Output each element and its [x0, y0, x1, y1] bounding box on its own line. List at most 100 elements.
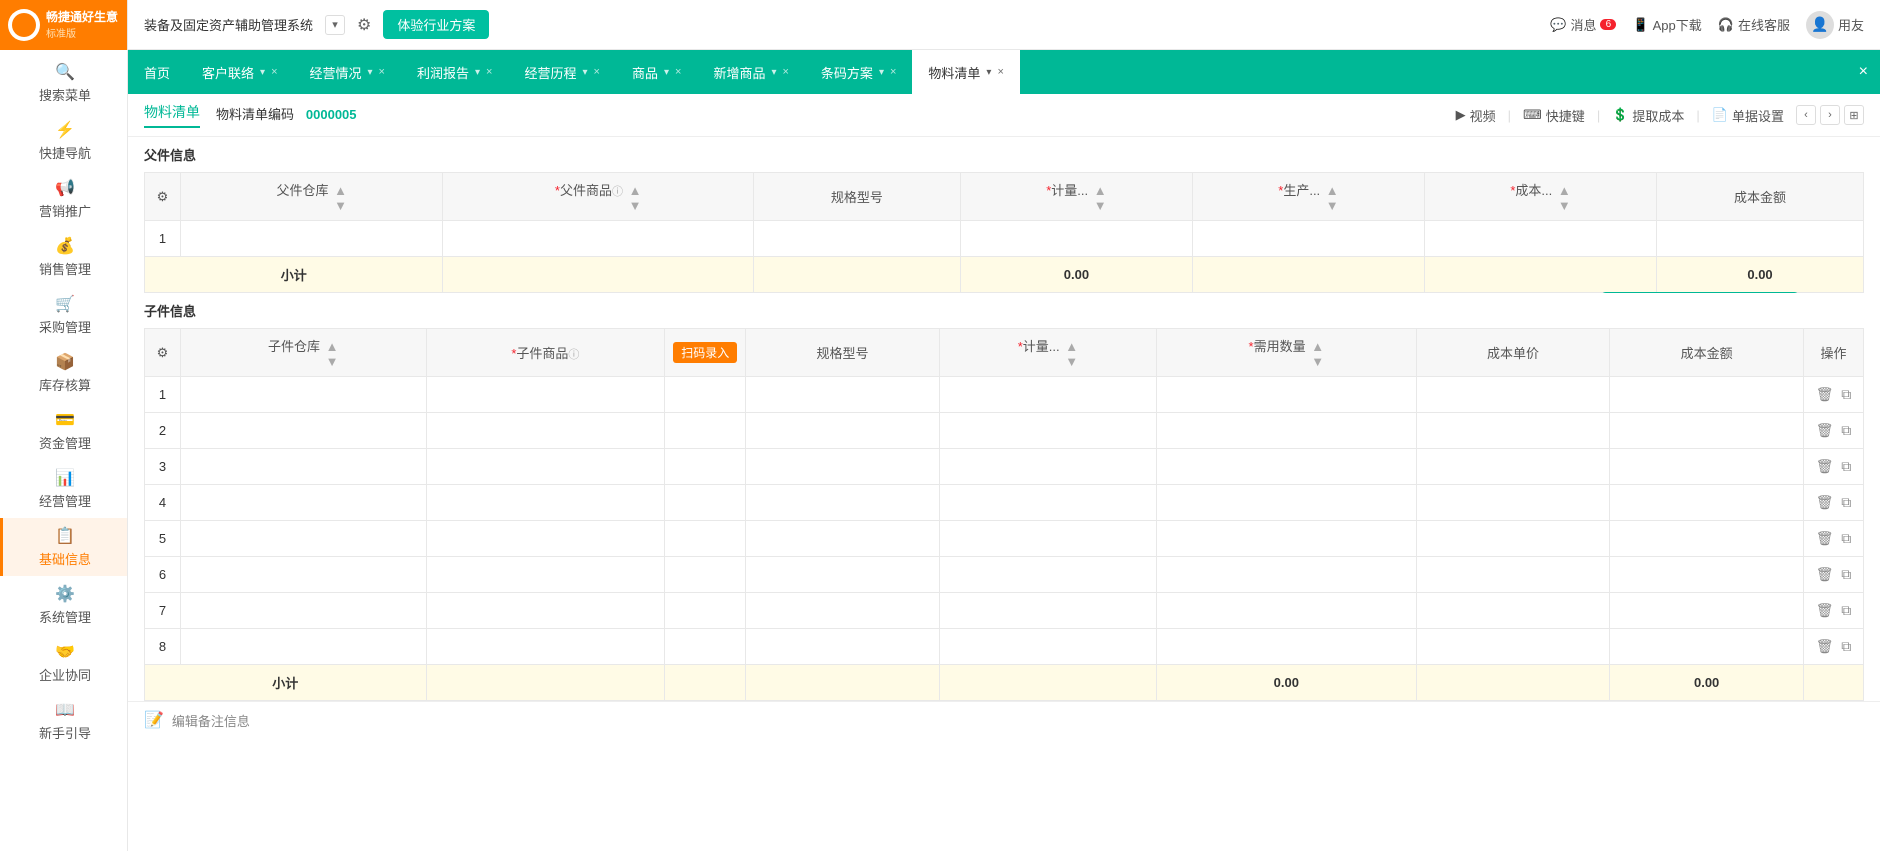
nav-tab-close-new-goods[interactable]: × [782, 66, 788, 78]
sidebar-item-enterprise[interactable]: 🤝企业协同 [0, 634, 127, 692]
child-row-2-unit-price[interactable] [1416, 413, 1610, 449]
next-page-btn[interactable]: › [1820, 105, 1840, 125]
child-row-6-unit-price[interactable] [1416, 557, 1610, 593]
child-row-4-copy-btn[interactable]: ⧉ [1841, 494, 1851, 511]
sidebar-item-search[interactable]: 🔍搜索菜单 [0, 54, 127, 112]
nav-tab-goods[interactable]: 商品 ▾ × [616, 50, 697, 94]
child-row-2-unit[interactable] [939, 413, 1156, 449]
child-row-5-spec[interactable] [746, 521, 940, 557]
sidebar-item-marketing[interactable]: 📢营销推广 [0, 170, 127, 228]
child-row-5-goods[interactable] [426, 521, 665, 557]
child-row-4-unit-price[interactable] [1416, 485, 1610, 521]
child-row-3-goods[interactable] [426, 449, 665, 485]
parent-row-1-produce[interactable] [1192, 221, 1424, 257]
child-row-1-goods[interactable] [426, 377, 665, 413]
child-row-3-spec[interactable] [746, 449, 940, 485]
message-btn[interactable]: 💬 消息 6 [1550, 15, 1616, 34]
child-row-8-qty[interactable] [1156, 629, 1416, 665]
sidebar-item-basic[interactable]: 📋基础信息 [0, 518, 127, 576]
sub-tab-bom-list[interactable]: 物料清单 [144, 102, 200, 128]
child-row-2-warehouse[interactable] [181, 413, 427, 449]
child-row-4-delete-btn[interactable]: 🗑 [1816, 494, 1834, 511]
child-row-5-copy-btn[interactable]: ⧉ [1841, 530, 1851, 547]
parent-col-gear[interactable]: ⚙ [145, 173, 181, 221]
child-row-5-unit[interactable] [939, 521, 1156, 557]
prev-page-btn[interactable]: ‹ [1796, 105, 1816, 125]
child-row-7-qty[interactable] [1156, 593, 1416, 629]
user-area[interactable]: 👤 用友 [1806, 11, 1864, 39]
child-row-1-qty[interactable] [1156, 377, 1416, 413]
child-row-8-warehouse[interactable] [181, 629, 427, 665]
child-row-2-copy-btn[interactable]: ⧉ [1841, 422, 1851, 439]
bottom-bar-hint[interactable]: 编辑备注信息 [172, 711, 250, 730]
child-row-1-unit-price[interactable] [1416, 377, 1610, 413]
nav-tab-barcode[interactable]: 条码方案 ▾ × [805, 50, 912, 94]
child-row-7-goods[interactable] [426, 593, 665, 629]
child-row-2-delete-btn[interactable]: 🗑 [1816, 422, 1834, 439]
experience-btn[interactable]: 体验行业方案 [383, 10, 489, 39]
child-row-8-copy-btn[interactable]: ⧉ [1841, 638, 1851, 655]
child-row-6-warehouse[interactable] [181, 557, 427, 593]
sidebar-item-purchase[interactable]: 🛒采购管理 [0, 286, 127, 344]
nav-tab-profit[interactable]: 利润报告 ▾ × [401, 50, 508, 94]
child-row-8-goods[interactable] [426, 629, 665, 665]
sidebar-item-sales[interactable]: 💰销售管理 [0, 228, 127, 286]
sidebar-item-finance[interactable]: 💳资金管理 [0, 402, 127, 460]
nav-tab-customer[interactable]: 客户联络 ▾ × [186, 50, 293, 94]
child-row-3-delete-btn[interactable]: 🗑 [1816, 458, 1834, 475]
parent-row-1-goods[interactable] [443, 221, 754, 257]
nav-tab-home[interactable]: 首页 [128, 50, 186, 94]
sidebar-item-guide[interactable]: 📖新手引导 [0, 692, 127, 750]
child-row-4-goods[interactable] [426, 485, 665, 521]
child-row-2-goods[interactable] [426, 413, 665, 449]
child-row-8-unit[interactable] [939, 629, 1156, 665]
topbar-gear-icon[interactable]: ⚙ [357, 15, 371, 35]
doc-settings-btn[interactable]: 📄 单据设置 [1712, 106, 1784, 125]
child-row-5-delete-btn[interactable]: 🗑 [1816, 530, 1834, 547]
child-row-6-unit[interactable] [939, 557, 1156, 593]
child-row-6-goods[interactable] [426, 557, 665, 593]
child-row-6-copy-btn[interactable]: ⧉ [1841, 566, 1851, 583]
video-btn[interactable]: ▶ 视频 [1456, 106, 1496, 125]
child-row-2-qty[interactable] [1156, 413, 1416, 449]
nav-tab-close-customer[interactable]: × [271, 66, 277, 78]
sidebar-item-quick-nav[interactable]: ⚡快捷导航 [0, 112, 127, 170]
child-row-3-copy-btn[interactable]: ⧉ [1841, 458, 1851, 475]
online-service-btn[interactable]: 🎧 在线客服 [1718, 15, 1790, 34]
nav-tab-close-history[interactable]: × [594, 66, 600, 78]
grid-view-btn[interactable]: ⊞ [1844, 105, 1864, 125]
child-row-5-unit-price[interactable] [1416, 521, 1610, 557]
app-download-btn[interactable]: 📱 App下载 [1632, 15, 1701, 34]
child-row-1-delete-btn[interactable]: 🗑 [1816, 386, 1834, 403]
topbar-dropdown-arrow[interactable]: ▾ [325, 15, 345, 35]
nav-tab-history[interactable]: 经营历程 ▾ × [508, 50, 615, 94]
child-row-8-unit-price[interactable] [1416, 629, 1610, 665]
nav-tab-new-goods[interactable]: 新增商品 ▾ × [697, 50, 804, 94]
nav-tab-close-goods[interactable]: × [675, 66, 681, 78]
child-row-3-warehouse[interactable] [181, 449, 427, 485]
nav-tab-bom[interactable]: 物料清单 ▾ × [912, 50, 1019, 94]
child-row-7-copy-btn[interactable]: ⧉ [1841, 602, 1851, 619]
child-row-6-spec[interactable] [746, 557, 940, 593]
child-row-7-spec[interactable] [746, 593, 940, 629]
child-row-4-spec[interactable] [746, 485, 940, 521]
nav-tab-close-barcode[interactable]: × [890, 66, 896, 78]
child-row-7-warehouse[interactable] [181, 593, 427, 629]
nav-tab-close-profit[interactable]: × [486, 66, 492, 78]
child-row-3-unit-price[interactable] [1416, 449, 1610, 485]
child-row-1-copy-btn[interactable]: ⧉ [1841, 386, 1851, 403]
child-row-6-delete-btn[interactable]: 🗑 [1816, 566, 1834, 583]
child-row-8-delete-btn[interactable]: 🗑 [1816, 638, 1834, 655]
child-row-8-spec[interactable] [746, 629, 940, 665]
parent-row-1-warehouse[interactable] [181, 221, 443, 257]
scan-input-btn[interactable]: 扫码录入 [673, 342, 737, 363]
child-row-3-qty[interactable] [1156, 449, 1416, 485]
child-row-6-qty[interactable] [1156, 557, 1416, 593]
child-col-gear[interactable]: ⚙ [145, 329, 181, 377]
nav-tab-business[interactable]: 经营情况 ▾ × [294, 50, 401, 94]
child-row-5-qty[interactable] [1156, 521, 1416, 557]
parent-row-1-unit[interactable] [960, 221, 1192, 257]
sidebar-item-operations[interactable]: 📊经营管理 [0, 460, 127, 518]
child-row-4-warehouse[interactable] [181, 485, 427, 521]
extract-cost-btn[interactable]: 💲 提取成本 [1612, 106, 1684, 125]
